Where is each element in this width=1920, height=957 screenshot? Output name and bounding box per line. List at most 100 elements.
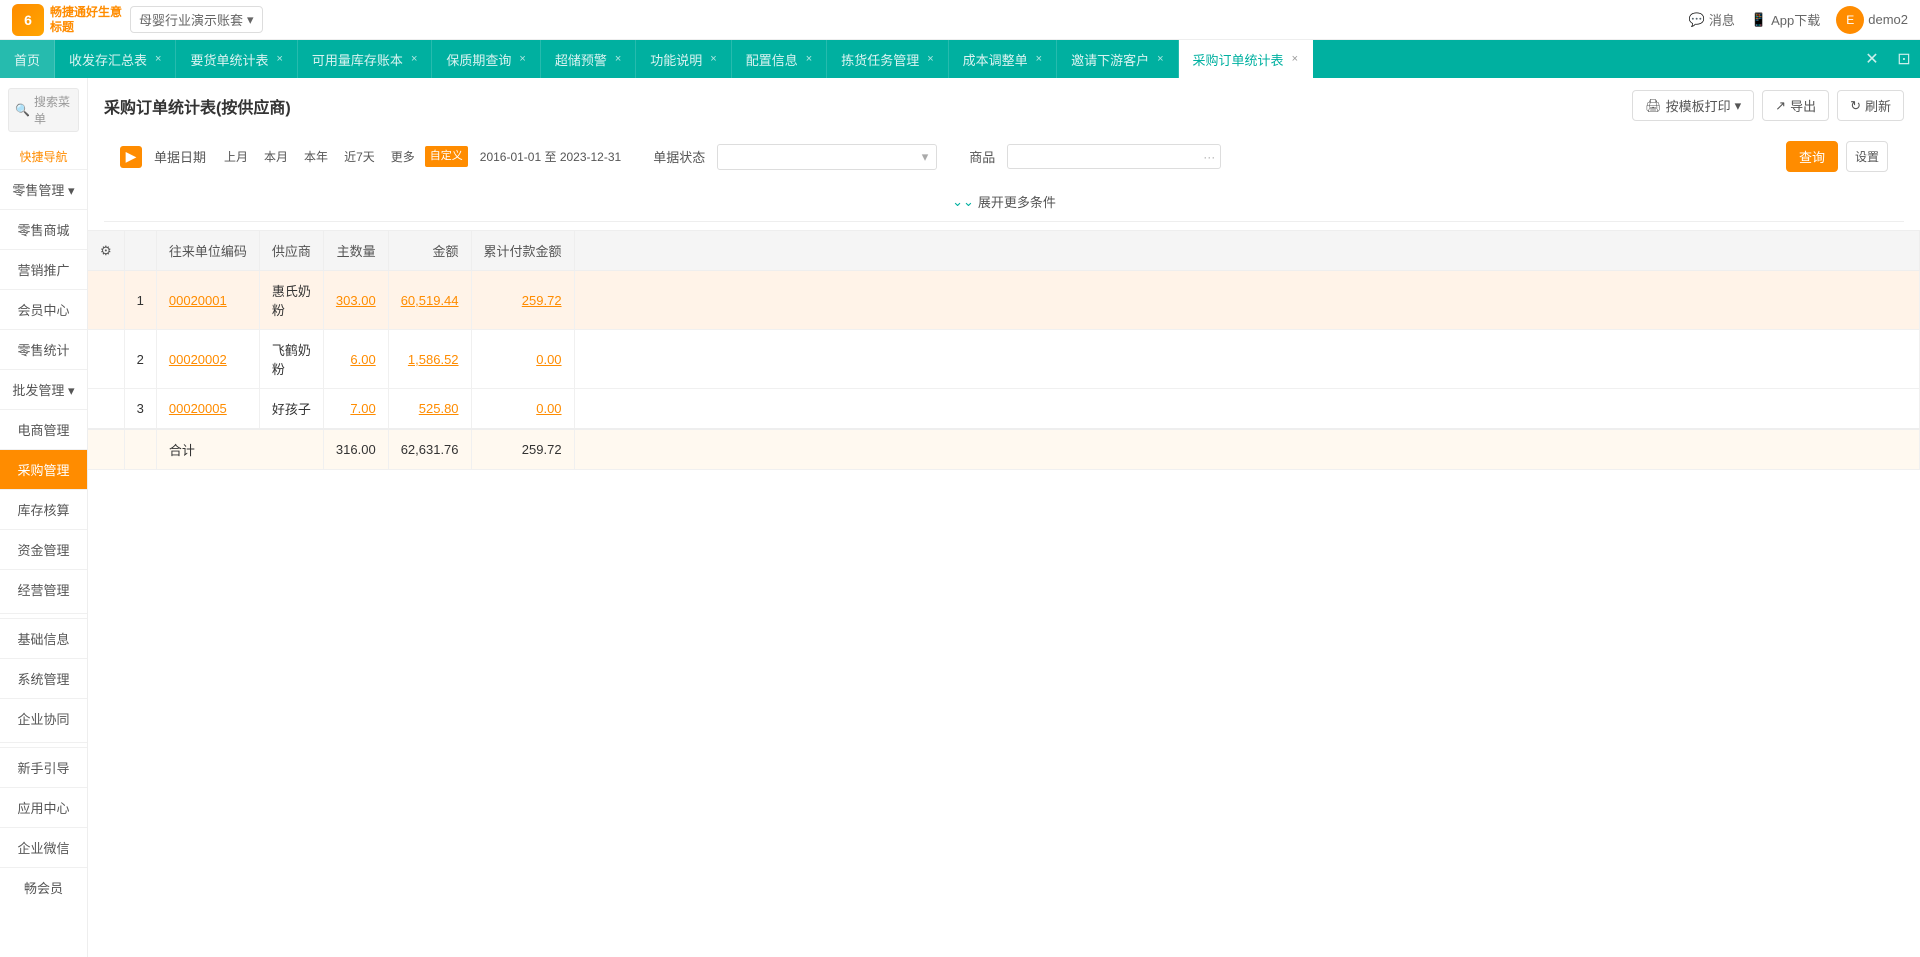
paid-amount-link[interactable]: 0.00: [536, 352, 561, 367]
top-bar-right: 💬 消息 📱 App下载 E demo2: [1689, 6, 1908, 34]
sidebar-item-ops-mgmt[interactable]: 经营管理: [0, 569, 87, 609]
sidebar-item-basic-info[interactable]: 基础信息: [0, 618, 87, 658]
sidebar-item-enterprise-collab[interactable]: 企业协同: [0, 698, 87, 738]
col-supplier-code: 往来单位编码: [156, 231, 259, 271]
export-btn[interactable]: ↗ 导出: [1762, 90, 1829, 121]
cell-extra: [574, 330, 1919, 389]
cell-supplier-name: 飞鹤奶粉: [259, 330, 323, 389]
close-icon[interactable]: ×: [155, 53, 161, 65]
sidebar-item-retail-mgmt[interactable]: 零售管理 ▾: [0, 169, 87, 209]
cell-extra: [574, 389, 1919, 430]
close-icon[interactable]: ×: [710, 53, 716, 65]
settings-btn[interactable]: 设置: [1846, 141, 1888, 172]
cell-extra: [574, 271, 1919, 330]
user-action[interactable]: E demo2: [1836, 6, 1908, 34]
goods-input-wrapper: ···: [1007, 144, 1221, 169]
sidebar-item-enterprise-wechat[interactable]: 企业微信: [0, 827, 87, 867]
close-icon[interactable]: ×: [276, 53, 282, 65]
date-btn-this-year[interactable]: 本年: [298, 146, 334, 167]
main-qty-link[interactable]: 7.00: [350, 401, 375, 416]
col-settings[interactable]: ⚙: [88, 231, 124, 271]
date-btn-this-month[interactable]: 本月: [258, 146, 294, 167]
tab-expiry-query[interactable]: 保质期查询 ×: [432, 40, 540, 78]
tab-collect-send[interactable]: 收发存汇总表 ×: [55, 40, 176, 78]
close-icon[interactable]: ×: [1292, 53, 1298, 65]
sidebar-search[interactable]: 🔍 搜索菜单: [0, 78, 87, 142]
tab-purchase-stats[interactable]: 采购订单统计表 ×: [1179, 40, 1313, 78]
status-label: 单据状态: [653, 147, 705, 166]
goods-label: 商品: [969, 147, 995, 166]
goods-input[interactable]: [1007, 144, 1221, 169]
close-icon[interactable]: ×: [806, 53, 812, 65]
supplier-code-link[interactable]: 00020005: [169, 401, 227, 416]
app-download-action[interactable]: 📱 App下载: [1751, 10, 1820, 29]
main-qty-link[interactable]: 6.00: [350, 352, 375, 367]
tab-invite-downstream[interactable]: 邀请下游客户 ×: [1057, 40, 1178, 78]
amount-link[interactable]: 60,519.44: [401, 293, 459, 308]
sidebar-item-ecommerce-mgmt[interactable]: 电商管理: [0, 409, 87, 449]
tab-cost-adjust[interactable]: 成本调整单 ×: [949, 40, 1057, 78]
col-amount: 金额: [388, 231, 471, 271]
tab-config-info[interactable]: 配置信息 ×: [732, 40, 827, 78]
sidebar-item-purchase-mgmt[interactable]: 采购管理: [0, 449, 87, 489]
page-toolbar: 🖨 按模板打印 ▾ ↗ 导出 ↻ 刷新: [1632, 90, 1904, 121]
sidebar-item-retail-mall[interactable]: 零售商城: [0, 209, 87, 249]
sidebar-item-member-vip[interactable]: 畅会员: [0, 867, 87, 907]
sidebar-item-new-guide[interactable]: 新手引导: [0, 747, 87, 787]
refresh-btn[interactable]: ↻ 刷新: [1837, 90, 1904, 121]
paid-amount-link[interactable]: 259.72: [522, 293, 562, 308]
sidebar-item-finance-mgmt[interactable]: 资金管理: [0, 529, 87, 569]
expand-more-btn[interactable]: ⌄⌄ 展开更多条件: [952, 192, 1056, 211]
cell-supplier-name: 好孩子: [259, 389, 323, 430]
sidebar-divider-2: [0, 742, 87, 743]
close-icon[interactable]: ×: [519, 53, 525, 65]
data-table: ⚙ 往来单位编码 供应商 主数量 金额 累计付款金额 1: [88, 231, 1920, 470]
tab-home[interactable]: 首页: [0, 40, 55, 78]
close-icon[interactable]: ×: [1157, 53, 1163, 65]
close-icon[interactable]: ×: [411, 53, 417, 65]
supplier-code-link[interactable]: 00020002: [169, 352, 227, 367]
search-box[interactable]: 🔍 搜索菜单: [8, 88, 79, 132]
tab-function-desc[interactable]: 功能说明 ×: [636, 40, 731, 78]
settings-icon[interactable]: ⚙: [100, 243, 112, 258]
tab-order-stats[interactable]: 要货单统计表 ×: [176, 40, 297, 78]
status-select[interactable]: ▾: [717, 144, 937, 170]
chevron-icon: ▾: [68, 183, 75, 198]
print-btn[interactable]: 🖨 按模板打印 ▾: [1632, 90, 1754, 121]
date-btn-last-month[interactable]: 上月: [218, 146, 254, 167]
sidebar-item-app-center[interactable]: 应用中心: [0, 787, 87, 827]
custom-tag: 自定义: [425, 146, 468, 167]
close-icon[interactable]: ×: [927, 53, 933, 65]
tab-available-stock[interactable]: 可用量库存账本 ×: [298, 40, 432, 78]
amount-link[interactable]: 1,586.52: [408, 352, 459, 367]
sidebar-item-member-center[interactable]: 会员中心: [0, 289, 87, 329]
filter-toggle-btn[interactable]: ▶: [120, 146, 142, 168]
main-qty-link[interactable]: 303.00: [336, 293, 376, 308]
amount-link[interactable]: 525.80: [419, 401, 459, 416]
tab-pick-task[interactable]: 拣货任务管理 ×: [827, 40, 948, 78]
date-btn-7days[interactable]: 近7天: [338, 146, 381, 167]
tab-overstock-warning[interactable]: 超储预警 ×: [541, 40, 636, 78]
supplier-code-link[interactable]: 00020001: [169, 293, 227, 308]
message-action[interactable]: 💬 消息: [1689, 10, 1735, 29]
sidebar-item-wholesale-mgmt[interactable]: 批发管理 ▾: [0, 369, 87, 409]
sidebar-item-marketing[interactable]: 营销推广: [0, 249, 87, 289]
chevron-down-icon: ▾: [1735, 98, 1742, 114]
cell-paid-amount: 0.00: [471, 389, 574, 430]
close-icon[interactable]: ×: [615, 53, 621, 65]
quick-nav-label[interactable]: 快捷导航: [0, 142, 87, 169]
col-main-qty: 主数量: [323, 231, 388, 271]
close-tab-btn[interactable]: ✕: [1856, 40, 1888, 78]
sidebar-item-inventory[interactable]: 库存核算: [0, 489, 87, 529]
sidebar-item-retail-stats[interactable]: 零售统计: [0, 329, 87, 369]
paid-amount-link[interactable]: 0.00: [536, 401, 561, 416]
date-btn-more[interactable]: 更多: [385, 146, 421, 167]
table-footer-row: 合计 316.00 62,631.76 259.72: [88, 429, 1920, 470]
maximize-tab-btn[interactable]: ⊡: [1888, 40, 1920, 78]
sidebar-item-sys-mgmt[interactable]: 系统管理: [0, 658, 87, 698]
search-btn[interactable]: 查询: [1786, 141, 1838, 172]
close-icon[interactable]: ×: [1036, 53, 1042, 65]
chevron-down-icon: ▾: [922, 149, 929, 165]
more-options-icon[interactable]: ···: [1203, 150, 1215, 164]
workspace-selector[interactable]: 母婴行业演示账套 ▾: [130, 6, 263, 33]
